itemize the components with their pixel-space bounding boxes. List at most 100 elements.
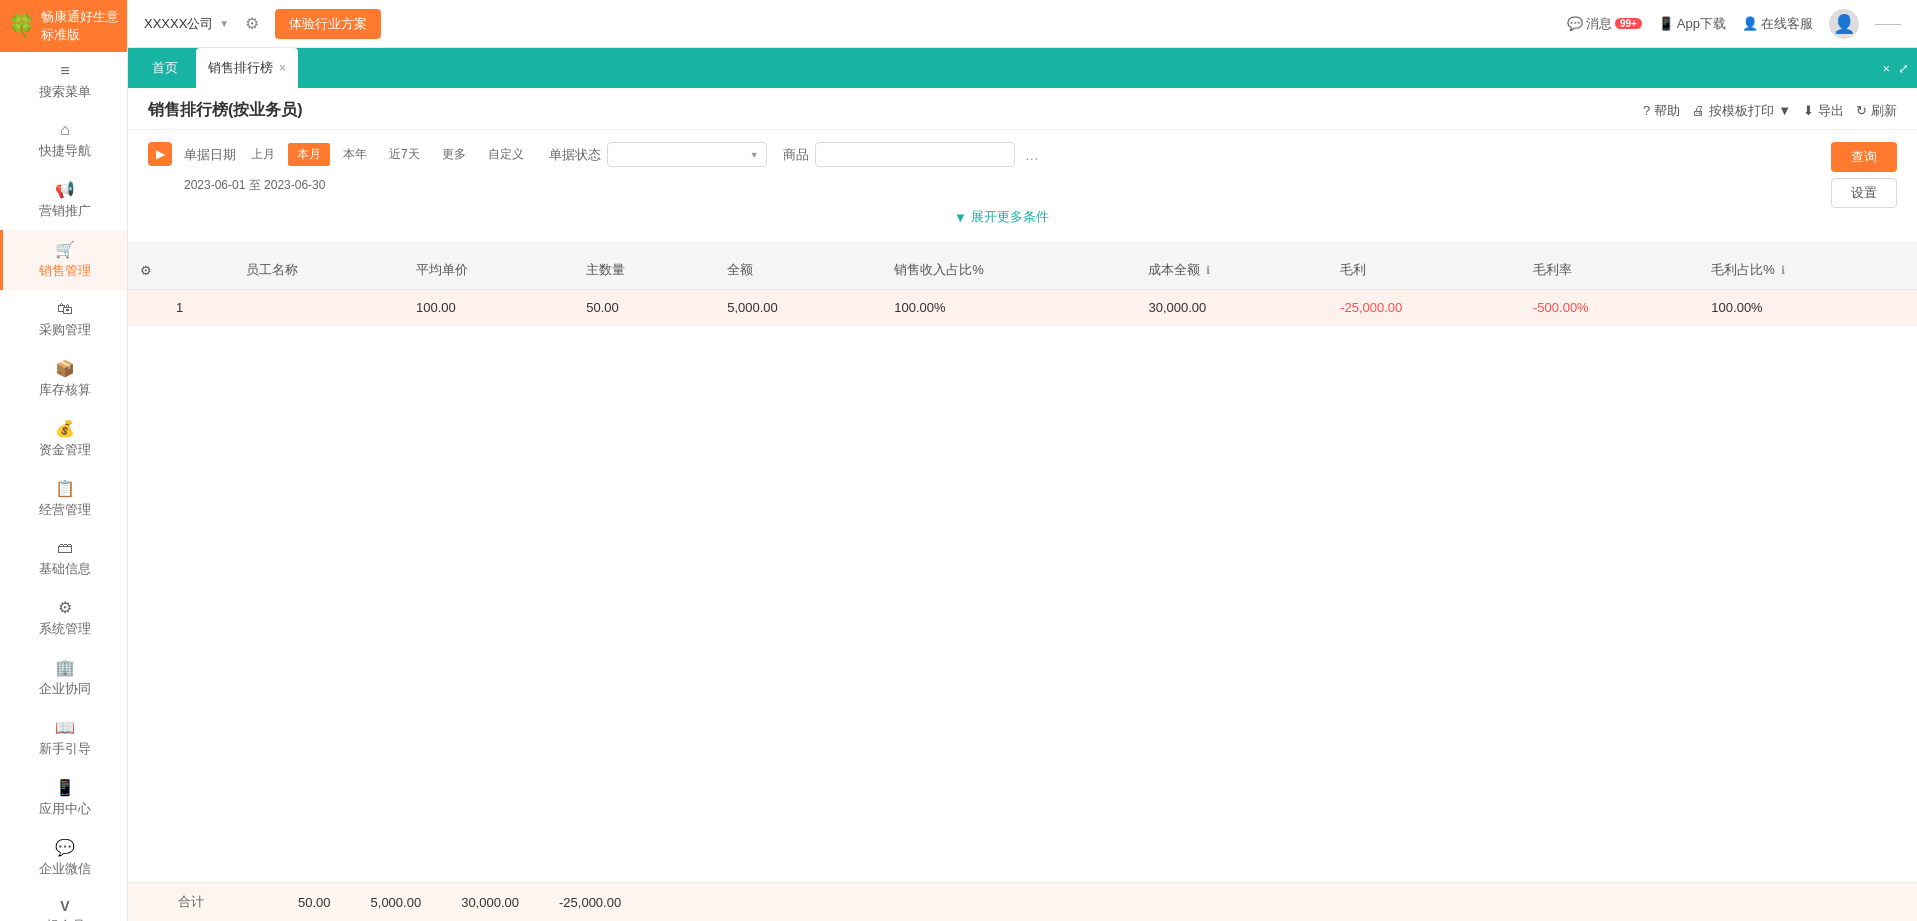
sidebar-item-purchase[interactable]: 🛍 采购管理 <box>0 290 127 349</box>
topbar-settings-icon[interactable]: ⚙ <box>245 14 259 33</box>
sidebar-logo: 🍀 畅康通好生意 标准版 <box>0 0 127 52</box>
sidebar-item-quick-nav[interactable]: ⌂ 快捷导航 <box>0 111 127 170</box>
status-select[interactable] <box>607 142 767 167</box>
sidebar-item-system[interactable]: ⚙ 系统管理 <box>0 588 127 648</box>
sidebar-item-wechat[interactable]: 💬 企业微信 <box>0 828 127 888</box>
date-tab-7days[interactable]: 近7天 <box>380 143 429 166</box>
online-service-link[interactable]: 👤 在线客服 <box>1742 15 1813 33</box>
sidebar-item-search-order[interactable]: ≡ 搜索菜单 <box>0 52 127 111</box>
date-filter-label: 单据日期 <box>184 146 236 164</box>
query-button[interactable]: 查询 <box>1831 142 1897 172</box>
row-gross: -25,000.00 <box>1328 290 1521 326</box>
wechat-icon: 💬 <box>55 838 75 857</box>
date-tab-this-month[interactable]: 本月 <box>288 143 330 166</box>
user-avatar[interactable]: 👤 <box>1829 9 1859 39</box>
notification-icon: 💬 <box>1567 16 1583 31</box>
sidebar-item-enterprise-coop[interactable]: 🏢 企业协同 <box>0 648 127 708</box>
window-expand-icon[interactable]: ⤢ <box>1898 61 1909 76</box>
sidebar-label-wechat: 企业微信 <box>39 860 91 878</box>
export-label: 导出 <box>1818 102 1844 120</box>
col-qty-label: 主数量 <box>586 262 625 277</box>
filter-row-1: 单据日期 上月 本月 本年 近7天 更多 自定义 <box>184 142 1819 167</box>
expand-label: 展开更多条件 <box>971 208 1049 226</box>
company-name: XXXXX公司 <box>144 15 213 33</box>
expand-more-conditions[interactable]: ▼ 展开更多条件 <box>954 208 1049 226</box>
gross-pct-info-icon: ℹ <box>1781 264 1785 276</box>
refresh-link[interactable]: ↻ 刷新 <box>1856 102 1897 120</box>
filter-item-date: 单据日期 上月 本月 本年 近7天 更多 自定义 <box>184 143 533 166</box>
app-download-link[interactable]: 📱 App下载 <box>1658 15 1726 33</box>
sidebar: 🍀 畅康通好生意 标准版 ≡ 搜索菜单 ⌂ 快捷导航 📢 营销推广 🛒 销售管理… <box>0 0 128 921</box>
sidebar-label-member: 畅会员 <box>46 917 85 921</box>
footer-label: 合计 <box>178 893 258 911</box>
row-rank: 1 <box>164 290 234 326</box>
page-header: 销售排行榜(按业务员) ? 帮助 🖨 按模板打印 ▼ ⬇ 导出 ↻ 刷新 <box>128 88 1917 130</box>
sidebar-label-enterprise-coop: 企业协同 <box>39 680 91 698</box>
date-tabs: 上月 本月 本年 近7天 更多 自定义 <box>242 143 533 166</box>
export-icon: ⬇ <box>1803 103 1814 118</box>
table-header-row: ⚙ 员工名称 平均单价 主数量 全额 <box>128 251 1917 290</box>
export-button[interactable]: ⬇ 导出 <box>1803 102 1844 120</box>
col-gross-rate: 毛利率 <box>1521 251 1699 290</box>
sidebar-label-app-center: 应用中心 <box>39 800 91 818</box>
col-qty: 主数量 <box>574 251 715 290</box>
sidebar-item-basic-info[interactable]: 🗃 基础信息 <box>0 529 127 588</box>
filter-collapse-arrow[interactable]: ▶ <box>148 142 172 166</box>
footer-cost: 30,000.00 <box>461 895 519 910</box>
row-employee <box>234 290 404 326</box>
window-close-icon[interactable]: × <box>1882 61 1890 76</box>
tab-home-label: 首页 <box>152 59 178 77</box>
trial-button[interactable]: 体验行业方案 <box>275 9 381 39</box>
print-template-link[interactable]: 🖨 按模板打印 ▼ <box>1692 102 1791 120</box>
tab-home[interactable]: 首页 <box>136 48 194 88</box>
logo-icon: 🍀 <box>8 12 35 41</box>
sidebar-item-guide[interactable]: 📖 新手引导 <box>0 708 127 768</box>
notification-area[interactable]: 💬 消息 99+ <box>1567 15 1642 33</box>
col-gross-rate-label: 毛利率 <box>1533 262 1572 277</box>
filter-area: ▶ 单据日期 上月 本月 本年 近7天 更多 自定义 <box>128 130 1917 243</box>
sidebar-label-search-order: 搜索菜单 <box>39 83 91 101</box>
filter-controls: 单据日期 上月 本月 本年 近7天 更多 自定义 <box>184 142 1819 230</box>
sidebar-item-finance[interactable]: 💰 资金管理 <box>0 409 127 469</box>
tab-sales-ranking[interactable]: 销售排行榜 × <box>196 48 298 88</box>
sidebar-item-operations[interactable]: 📋 经营管理 <box>0 469 127 529</box>
col-employee-label: 员工名称 <box>246 262 298 277</box>
basic-info-icon: 🗃 <box>57 539 73 557</box>
col-settings[interactable]: ⚙ <box>128 251 164 290</box>
print-icon: 🖨 <box>1692 103 1705 118</box>
sidebar-item-member[interactable]: V 畅会员 <box>0 888 127 921</box>
footer-gross: -25,000.00 <box>559 895 621 910</box>
col-settings-icon: ⚙ <box>140 263 152 278</box>
sidebar-item-sales[interactable]: 🛒 销售管理 <box>0 230 127 290</box>
page-actions: ? 帮助 🖨 按模板打印 ▼ ⬇ 导出 ↻ 刷新 <box>1643 102 1897 120</box>
col-gross-pct-label: 毛利占比% <box>1711 262 1775 277</box>
date-tab-this-year[interactable]: 本年 <box>334 143 376 166</box>
page-title: 销售排行榜(按业务员) <box>148 100 303 121</box>
tabbar-actions: × ⤢ <box>1882 61 1909 76</box>
print-label: 按模板打印 <box>1709 102 1774 120</box>
company-selector[interactable]: XXXXX公司 ▼ <box>144 15 229 33</box>
col-sales-pct: 销售收入占比% <box>882 251 1136 290</box>
sales-icon: 🛒 <box>55 240 75 259</box>
refresh-label: 刷新 <box>1871 102 1897 120</box>
app-download-icon: 📱 <box>1658 16 1674 31</box>
finance-icon: 💰 <box>55 419 75 438</box>
sidebar-item-marketing[interactable]: 📢 营销推广 <box>0 170 127 230</box>
help-link[interactable]: ? 帮助 <box>1643 102 1680 120</box>
sidebar-item-inventory[interactable]: 📦 库存核算 <box>0 349 127 409</box>
settings-button[interactable]: 设置 <box>1831 178 1897 208</box>
row-amount: 5,000.00 <box>715 290 882 326</box>
sidebar-label-finance: 资金管理 <box>39 441 91 459</box>
col-sales-pct-label: 销售收入占比% <box>894 262 984 277</box>
sidebar-item-app-center[interactable]: 📱 应用中心 <box>0 768 127 828</box>
goods-input[interactable] <box>815 142 1015 167</box>
table-row[interactable]: 1 100.00 50.00 5,000.00 100.00% 30,000.0… <box>128 290 1917 326</box>
goods-more-icon[interactable]: … <box>1025 147 1039 163</box>
notification-badge: 99+ <box>1615 18 1642 29</box>
date-tab-custom[interactable]: 自定义 <box>479 143 533 166</box>
date-tab-more[interactable]: 更多 <box>433 143 475 166</box>
tab-close-icon[interactable]: × <box>279 61 286 75</box>
col-avg-price: 平均单价 <box>404 251 574 290</box>
sidebar-label-inventory: 库存核算 <box>39 381 91 399</box>
date-tab-prev-month[interactable]: 上月 <box>242 143 284 166</box>
